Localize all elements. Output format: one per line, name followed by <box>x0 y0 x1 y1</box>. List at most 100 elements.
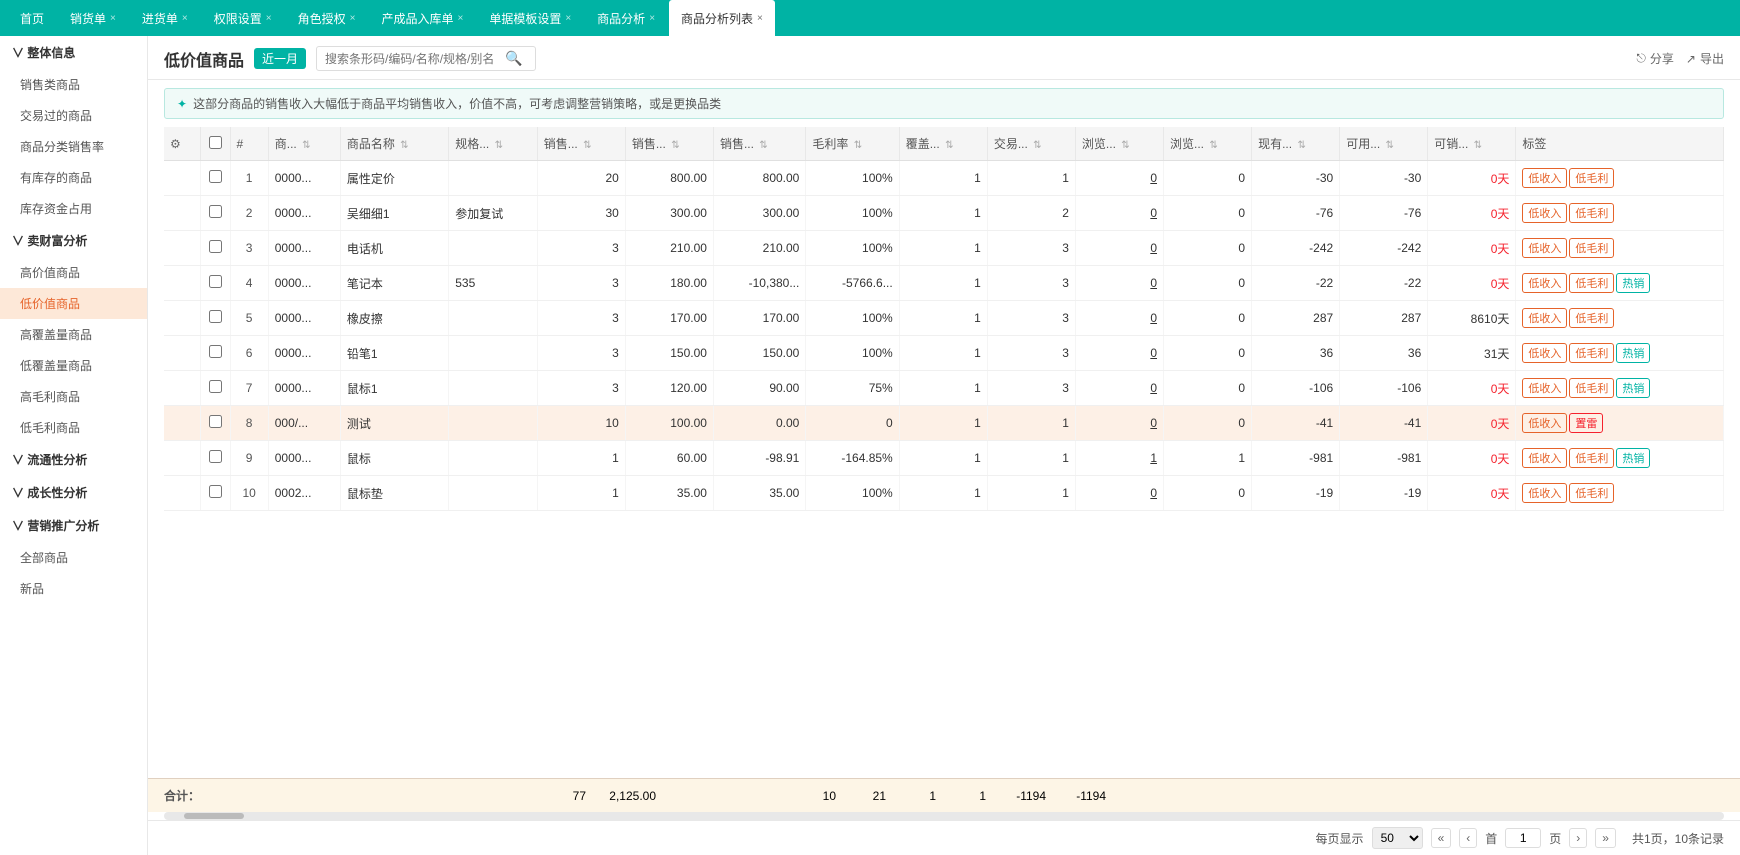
row-name: 属性定价 <box>340 161 448 196</box>
row-checkbox[interactable] <box>209 380 222 393</box>
row-browse2: 1 <box>1164 441 1252 476</box>
row-browse2: 0 <box>1164 476 1252 511</box>
nav-template[interactable]: 单据模板设置 × <box>477 0 583 36</box>
row-spec <box>449 231 538 266</box>
sidebar-item-low-coverage[interactable]: 低覆盖量商品 <box>0 350 147 381</box>
sidebar-item-low-value[interactable]: 低价值商品 <box>0 288 147 319</box>
settings-icon[interactable]: ⚙ <box>170 137 181 151</box>
close-icon[interactable]: × <box>457 13 463 24</box>
sidebar-item-high-value[interactable]: 高价值商品 <box>0 257 147 288</box>
row-sellable: 0天 <box>1428 441 1516 476</box>
sidebar-item-high-profit[interactable]: 高毛利商品 <box>0 381 147 412</box>
row-gear <box>164 301 200 336</box>
close-icon[interactable]: × <box>565 13 571 24</box>
last-page-button[interactable]: » <box>1595 828 1616 848</box>
nav-product-analysis[interactable]: 商品分析 × <box>585 0 667 36</box>
page-title: 低价值商品 <box>164 47 244 71</box>
row-trade: 3 <box>987 301 1075 336</box>
nav-roles[interactable]: 角色授权 × <box>286 0 368 36</box>
sidebar-group-marketing[interactable]: ∨ 营销推广分析 <box>0 509 147 542</box>
sidebar-group-overall[interactable]: ∨ 整体信息 <box>0 36 147 69</box>
export-button[interactable]: ↗ 导出 <box>1686 50 1724 67</box>
row-price: 35.00 <box>625 476 713 511</box>
table-header-row: ⚙ # 商... ⇅ 商品名称 ⇅ 规格... ⇅ 销售... ⇅ 销售... … <box>164 127 1724 161</box>
header-actions: ⎋ 分享 ↗ 导出 <box>1636 50 1724 67</box>
row-qty: 30 <box>537 196 625 231</box>
prev-page-button[interactable]: ‹ <box>1459 828 1477 848</box>
tag-badge: 低收入 <box>1522 168 1567 188</box>
row-stock: -981 <box>1252 441 1340 476</box>
row-cover: 1 <box>899 441 987 476</box>
row-trade: 3 <box>987 231 1075 266</box>
nav-sales[interactable]: 销货单 × <box>58 0 128 36</box>
row-trade: 3 <box>987 266 1075 301</box>
sidebar-item-sales-goods[interactable]: 销售类商品 <box>0 69 147 100</box>
tag-badge: 低收入 <box>1522 448 1567 468</box>
row-checkbox[interactable] <box>209 205 222 218</box>
nav-purchase[interactable]: 进货单 × <box>130 0 200 36</box>
sidebar-group-label: ∨ 卖财富分析 <box>12 232 87 249</box>
sidebar-item-stock-capital[interactable]: 库存资金占用 <box>0 193 147 224</box>
first-page-button[interactable]: « <box>1431 828 1452 848</box>
close-icon[interactable]: × <box>266 13 272 24</box>
tag-badge: 低收入 <box>1522 378 1567 398</box>
sidebar-item-high-coverage[interactable]: 高覆盖量商品 <box>0 319 147 350</box>
sidebar-group-circulation[interactable]: ∨ 流通性分析 <box>0 443 147 476</box>
close-icon[interactable]: × <box>649 13 655 24</box>
close-icon[interactable]: × <box>110 13 116 24</box>
row-checkbox[interactable] <box>209 275 222 288</box>
row-margin: 0 <box>806 406 899 441</box>
sidebar-item-new-goods[interactable]: 新品 <box>0 573 147 604</box>
row-checkbox[interactable] <box>209 345 222 358</box>
sidebar-group-wealth[interactable]: ∨ 卖财富分析 <box>0 224 147 257</box>
sidebar-item-category-sales[interactable]: 商品分类销售率 <box>0 131 147 162</box>
sidebar-item-low-profit[interactable]: 低毛利商品 <box>0 412 147 443</box>
row-checkbox[interactable] <box>209 415 222 428</box>
row-gear <box>164 266 200 301</box>
nav-home[interactable]: 首页 <box>8 0 56 36</box>
row-sales: 800.00 <box>713 161 805 196</box>
share-button[interactable]: ⎋ 分享 <box>1636 50 1674 67</box>
row-code: 0000... <box>268 301 340 336</box>
row-num: 8 <box>230 406 268 441</box>
select-all-checkbox[interactable] <box>209 136 222 149</box>
nav-product-analysis-list[interactable]: 商品分析列表 × <box>669 0 775 36</box>
col-code: 商... ⇅ <box>268 127 340 161</box>
col-sales: 销售... ⇅ <box>713 127 805 161</box>
row-code: 0000... <box>268 441 340 476</box>
row-qty: 20 <box>537 161 625 196</box>
row-stock: -19 <box>1252 476 1340 511</box>
total-qty: 77 <box>542 789 592 803</box>
next-page-button[interactable]: › <box>1569 828 1587 848</box>
close-icon[interactable]: × <box>182 13 188 24</box>
search-input[interactable] <box>325 52 505 66</box>
row-browse2: 0 <box>1164 196 1252 231</box>
close-icon[interactable]: × <box>350 13 356 24</box>
row-qty: 3 <box>537 231 625 266</box>
row-name: 笔记本 <box>340 266 448 301</box>
row-checkbox[interactable] <box>209 310 222 323</box>
row-browse1: 0 <box>1075 301 1163 336</box>
close-icon[interactable]: × <box>757 13 763 24</box>
row-margin: 75% <box>806 371 899 406</box>
search-icon[interactable]: 🔍 <box>505 50 522 67</box>
time-filter-button[interactable]: 近一月 <box>254 48 306 69</box>
row-checkbox[interactable] <box>209 450 222 463</box>
row-trade: 1 <box>987 441 1075 476</box>
page-number-input[interactable] <box>1505 828 1541 848</box>
row-name: 橡皮擦 <box>340 301 448 336</box>
sidebar-item-traded-goods[interactable]: 交易过的商品 <box>0 100 147 131</box>
sidebar-group-growth[interactable]: ∨ 成长性分析 <box>0 476 147 509</box>
tag-badge: 低毛利 <box>1569 238 1614 258</box>
page-size-select[interactable]: 20 50 100 <box>1372 827 1423 849</box>
row-checkbox[interactable] <box>209 170 222 183</box>
tag-badge: 低毛利 <box>1569 483 1614 503</box>
sidebar-item-all-goods[interactable]: 全部商品 <box>0 542 147 573</box>
sidebar-group-label: ∨ 成长性分析 <box>12 484 87 501</box>
row-checkbox[interactable] <box>209 240 222 253</box>
row-checkbox[interactable] <box>209 485 222 498</box>
table-row: 8 000/... 测试 10 100.00 0.00 0 1 1 0 0 -4… <box>164 406 1724 441</box>
sidebar-item-stock-goods[interactable]: 有库存的商品 <box>0 162 147 193</box>
nav-finished-goods[interactable]: 产成品入库单 × <box>369 0 475 36</box>
nav-permissions[interactable]: 权限设置 × <box>202 0 284 36</box>
